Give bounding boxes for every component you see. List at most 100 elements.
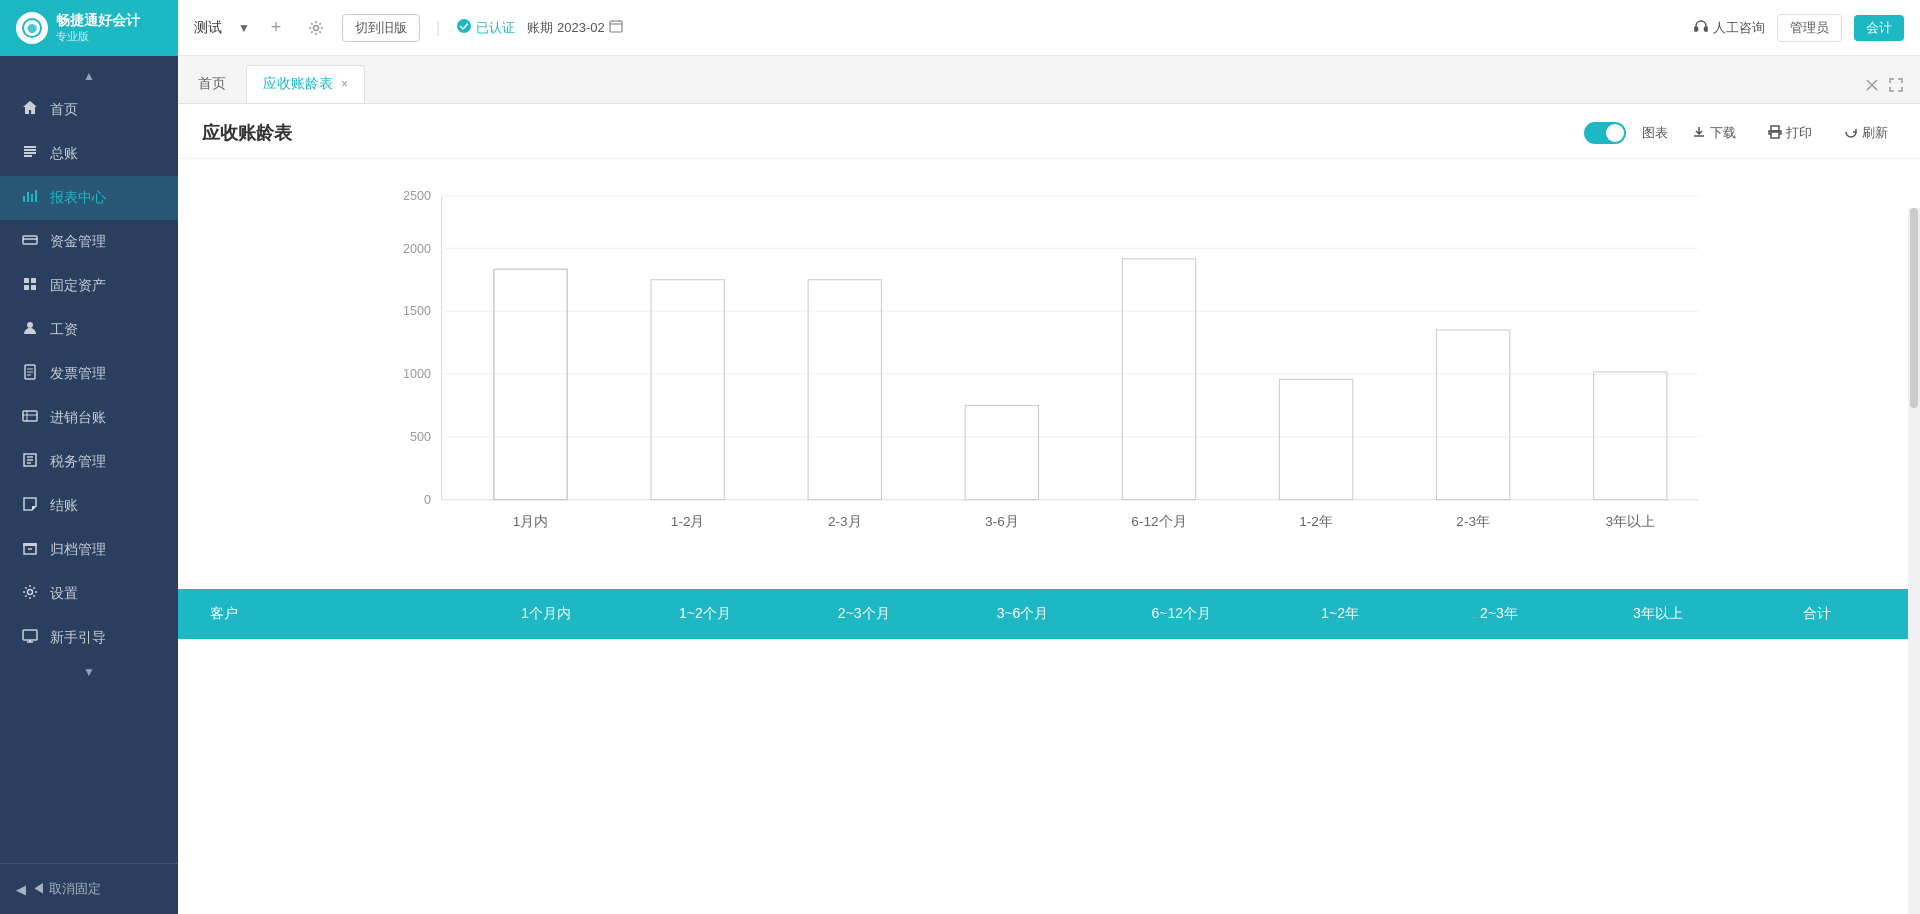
tab-close-btn[interactable]: × — [341, 77, 348, 91]
tabbar: 首页 应收账龄表 × — [178, 56, 1920, 104]
svg-text:3-6月: 3-6月 — [985, 514, 1019, 529]
sidebar-item-funds[interactable]: 资金管理 — [0, 220, 178, 264]
svg-text:1-2月: 1-2月 — [671, 514, 705, 529]
svg-rect-2 — [24, 149, 36, 151]
svg-rect-1 — [24, 146, 36, 148]
svg-text:1500: 1500 — [403, 304, 431, 318]
add-project-btn[interactable]: + — [262, 14, 290, 42]
tax-icon — [20, 452, 40, 472]
tab-home[interactable]: 首页 — [182, 65, 242, 103]
col-header-3y-plus: 3年以上 — [1578, 589, 1737, 639]
scroll-thumb[interactable] — [1910, 208, 1918, 408]
sidebar-item-sales[interactable]: 进销台账 — [0, 396, 178, 440]
svg-point-24 — [313, 25, 318, 30]
sidebar-item-invoice[interactable]: 发票管理 — [0, 352, 178, 396]
col-header-1-2m: 1~2个月 — [626, 589, 785, 639]
svg-rect-19 — [23, 543, 37, 546]
svg-rect-59 — [1279, 379, 1352, 499]
svg-rect-8 — [31, 278, 36, 283]
svg-text:500: 500 — [410, 430, 431, 444]
expand-btn[interactable] — [1888, 77, 1904, 97]
app-logo-icon — [16, 12, 48, 44]
certified-icon — [456, 18, 472, 37]
sidebar-item-reports[interactable]: 报表中心 — [0, 176, 178, 220]
col-header-total: 合计 — [1737, 589, 1896, 639]
chart-toggle[interactable] — [1584, 122, 1626, 144]
accountant-btn[interactable]: 会计 — [1854, 15, 1904, 41]
page-container: 应收账龄表 图表 下载 打印 — [178, 104, 1920, 914]
guide-icon — [20, 628, 40, 648]
svg-text:0: 0 — [424, 493, 431, 507]
svg-rect-47 — [494, 269, 567, 499]
ledger-icon — [20, 144, 40, 164]
certified-badge: 已认证 — [456, 18, 515, 37]
salary-icon — [20, 320, 40, 340]
bar-chart: 0 500 1000 1500 2000 2500 1月内 1-2月 — [202, 175, 1896, 573]
svg-text:1-2年: 1-2年 — [1299, 514, 1333, 529]
col-header-1m: 1个月内 — [467, 589, 626, 639]
sidebar-item-closing[interactable]: 结账 — [0, 484, 178, 528]
archive-icon — [20, 540, 40, 560]
download-icon — [1692, 125, 1706, 142]
assets-icon — [20, 276, 40, 296]
chart-toggle-label: 图表 — [1642, 124, 1668, 142]
svg-rect-10 — [31, 285, 36, 290]
sidebar-item-guide[interactable]: 新手引导 — [0, 616, 178, 660]
sidebar-item-home[interactable]: 首页 — [0, 88, 178, 132]
svg-point-20 — [28, 590, 33, 595]
sidebar-item-tax[interactable]: 税务管理 — [0, 440, 178, 484]
sidebar-item-salary[interactable]: 工资 — [0, 308, 178, 352]
col-header-1-2y: 1~2年 — [1261, 589, 1420, 639]
svg-rect-26 — [610, 21, 622, 32]
sidebar-bottom: ◀ ◀ 取消固定 — [0, 863, 178, 914]
user-btn[interactable]: 管理员 — [1777, 14, 1842, 42]
period-display: 账期 2023-02 — [527, 19, 623, 37]
table-header: 客户 1个月内 1~2个月 2~3个月 3~6个月 6~12个月 1~2年 2~… — [178, 589, 1920, 639]
tab-ar-aging[interactable]: 应收账龄表 × — [246, 65, 365, 103]
sales-icon — [20, 408, 40, 428]
project-dropdown[interactable]: ▼ — [238, 21, 250, 35]
consult-btn[interactable]: 人工咨询 — [1693, 18, 1765, 37]
old-version-btn[interactable]: 切到旧版 — [342, 14, 420, 42]
calendar-icon[interactable] — [609, 19, 623, 36]
main-content: 应收账龄表 图表 下载 打印 — [178, 104, 1920, 914]
sidebar-scroll-down[interactable]: ▼ — [0, 660, 178, 684]
topbar-right: 人工咨询 管理员 会计 — [1693, 14, 1904, 42]
svg-rect-55 — [965, 405, 1038, 499]
svg-rect-3 — [24, 152, 36, 154]
refresh-btn[interactable]: 刷新 — [1836, 120, 1896, 146]
sidebar-item-ledger[interactable]: 总账 — [0, 132, 178, 176]
settings-btn[interactable] — [302, 14, 330, 42]
tabbar-controls — [1848, 77, 1920, 103]
sidebar-item-archive[interactable]: 归档管理 — [0, 528, 178, 572]
svg-text:2000: 2000 — [403, 242, 431, 256]
sidebar-item-settings[interactable]: 设置 — [0, 572, 178, 616]
headset-icon — [1693, 18, 1709, 37]
svg-rect-53 — [808, 280, 881, 500]
download-btn[interactable]: 下载 — [1684, 120, 1744, 146]
svg-text:3年以上: 3年以上 — [1606, 514, 1656, 529]
sidebar-scroll-up[interactable]: ▲ — [0, 64, 178, 88]
close-tab-btn[interactable] — [1864, 77, 1880, 97]
col-header-6-12m: 6~12个月 — [1102, 589, 1261, 639]
settings-icon — [20, 584, 40, 604]
svg-text:1000: 1000 — [403, 367, 431, 381]
reports-icon — [20, 188, 40, 208]
svg-rect-5 — [23, 236, 37, 244]
svg-rect-63 — [1594, 372, 1667, 500]
invoice-icon — [20, 364, 40, 384]
sidebar-item-assets[interactable]: 固定资产 — [0, 264, 178, 308]
page-actions: 图表 下载 打印 刷新 — [1584, 120, 1896, 146]
col-header-client: 客户 — [202, 589, 467, 639]
cancel-fixed-btn[interactable]: ◀ ◀ 取消固定 — [16, 874, 162, 904]
chart-area: 0 500 1000 1500 2000 2500 1月内 1-2月 — [178, 159, 1920, 589]
project-name: 测试 — [194, 19, 222, 37]
svg-text:1月内: 1月内 — [513, 514, 549, 529]
svg-rect-9 — [24, 285, 29, 290]
svg-rect-4 — [24, 155, 32, 157]
svg-point-11 — [27, 322, 33, 328]
print-icon — [1768, 125, 1782, 142]
print-btn[interactable]: 打印 — [1760, 120, 1820, 146]
table-area: 客户 1个月内 1~2个月 2~3个月 3~6个月 6~12个月 1~2年 2~… — [178, 589, 1920, 914]
svg-rect-61 — [1437, 330, 1510, 500]
